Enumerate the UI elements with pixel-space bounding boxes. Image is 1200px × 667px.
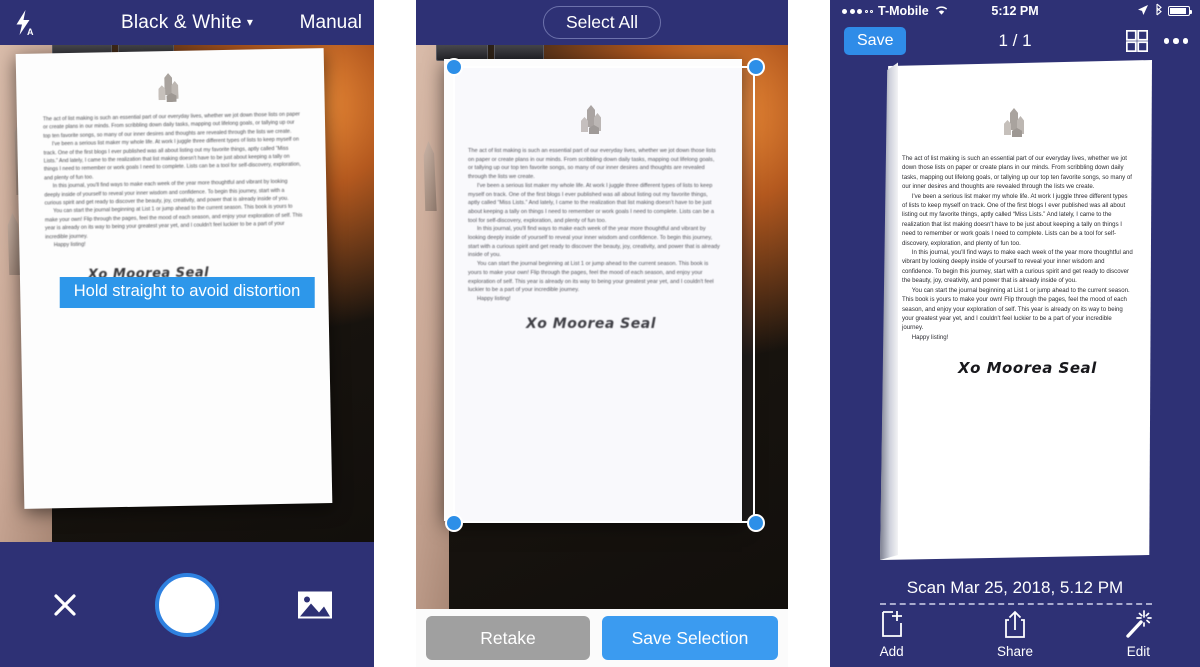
manual-mode-button[interactable]: Manual <box>300 0 362 45</box>
svg-text:A: A <box>27 27 34 37</box>
tab-share[interactable]: Share <box>953 597 1076 659</box>
crop-selection-screen: Select All The act of list making is suc… <box>416 0 788 667</box>
wifi-icon <box>934 4 949 19</box>
doc-paragraph: Happy listing! <box>911 333 949 341</box>
crop-top-bar: Select All <box>416 0 788 45</box>
capture-bottom-bar <box>0 542 374 667</box>
close-icon[interactable] <box>52 592 78 618</box>
doc-paragraph: You can start the journal beginning at L… <box>44 204 303 241</box>
capture-mode-label: Black & White <box>120 11 242 33</box>
panel-gap-1 <box>374 0 416 667</box>
chevron-down-icon: ▾ <box>246 14 254 29</box>
flash-auto-icon[interactable]: A <box>10 8 38 38</box>
tab-label: Share <box>996 644 1033 659</box>
crop-handle-top-left[interactable] <box>445 58 463 76</box>
carrier-label: T-Mobile <box>878 4 929 18</box>
camera-capture-screen: A Black & White ▾ Manual The act of list… <box>0 0 374 667</box>
crop-handle-bottom-right[interactable] <box>747 514 765 532</box>
page-edge-shadow <box>880 62 898 560</box>
tab-label: Add <box>879 644 904 659</box>
doc-paragraph: The act of list making is such an essent… <box>902 155 1133 191</box>
select-all-button[interactable]: Select All <box>543 6 661 39</box>
scan-caption[interactable]: Scan Mar 25, 2018, 5.12 PM <box>830 578 1200 598</box>
tab-edit[interactable]: Edit <box>1077 597 1200 659</box>
crop-frame[interactable] <box>453 66 755 523</box>
status-bar-right <box>1137 3 1192 19</box>
crystal-cluster-illustration <box>157 73 184 103</box>
tab-add[interactable]: Add <box>830 597 953 659</box>
add-page-icon <box>878 609 906 639</box>
crop-bottom-bar: Retake Save Selection <box>416 609 788 667</box>
review-tab-bar: Add Share Edit <box>830 597 1200 659</box>
shutter-button[interactable] <box>155 572 219 637</box>
doc-paragraph: You can start the journal beginning at L… <box>902 286 1130 332</box>
review-nav-bar: Save 1 / 1 <box>830 22 1200 60</box>
retake-button[interactable]: Retake <box>426 616 590 660</box>
save-selection-button[interactable]: Save Selection <box>602 616 778 660</box>
save-button[interactable]: Save <box>844 27 907 55</box>
doc-paragraph: I've been a serious list maker my whole … <box>902 192 1128 247</box>
share-icon <box>1001 609 1029 639</box>
crop-handle-top-right[interactable] <box>747 58 765 76</box>
grid-view-icon[interactable] <box>1125 29 1149 53</box>
gallery-icon[interactable] <box>298 591 332 618</box>
status-bar-left: T-Mobile <box>842 4 949 19</box>
tab-label: Edit <box>1126 644 1150 659</box>
more-options-icon[interactable] <box>1163 38 1188 44</box>
ios-status-bar: T-Mobile 5:12 PM <box>830 0 1200 22</box>
crop-handle-bottom-left[interactable] <box>445 514 463 532</box>
location-arrow-icon <box>1137 4 1149 19</box>
doc-paragraph: In this journal, you'll find ways to mak… <box>902 249 1133 285</box>
scan-review-screen: T-Mobile 5:12 PM Save 1 / 1 The act of l… <box>830 0 1200 667</box>
doc-paragraph: I've been a serious list maker my whole … <box>43 136 301 182</box>
screenshot-strip: A Black & White ▾ Manual The act of list… <box>0 0 1200 667</box>
magic-wand-edit-icon <box>1124 609 1153 639</box>
capture-top-bar: A Black & White ▾ Manual <box>0 0 374 45</box>
hold-straight-hint: Hold straight to avoid distortion <box>59 277 315 308</box>
battery-icon <box>1168 6 1192 16</box>
bluetooth-icon <box>1154 3 1163 19</box>
crystal-cluster-illustration <box>1003 108 1029 138</box>
panel-gap-2 <box>788 0 830 667</box>
signal-strength-icon <box>842 8 873 14</box>
doc-signature: Xo Moorea Seal <box>958 359 1097 378</box>
scanned-page[interactable]: The act of list making is such an essent… <box>880 60 1152 560</box>
